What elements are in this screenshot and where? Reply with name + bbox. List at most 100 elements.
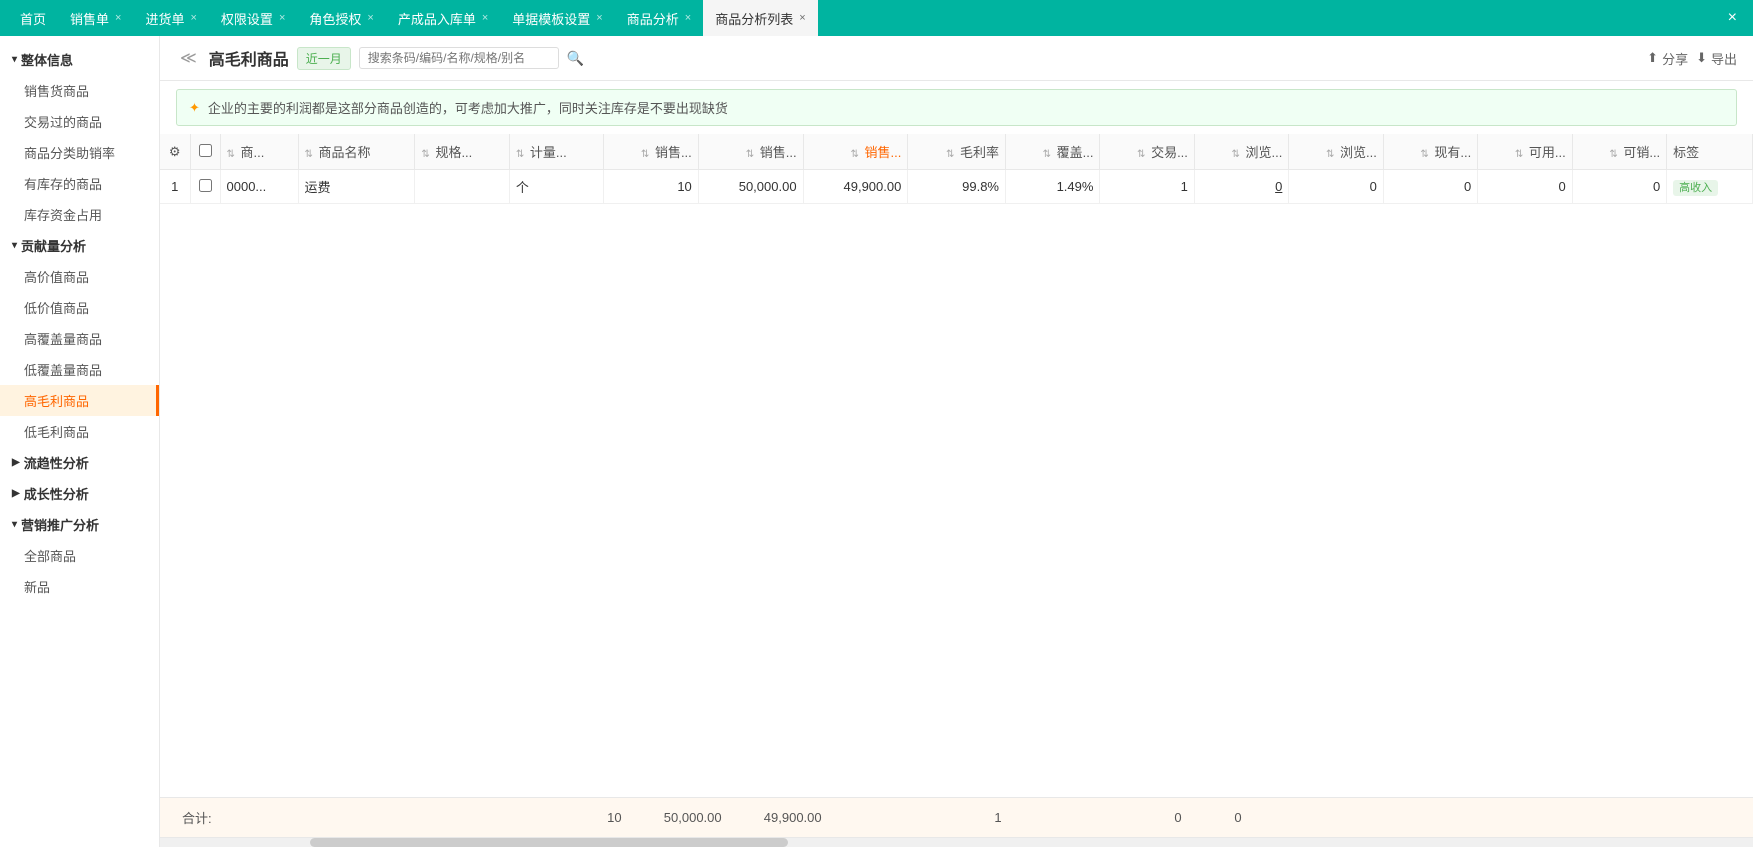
horizontal-scrollbar[interactable] (160, 837, 1753, 847)
settings-icon: ⚙ (169, 144, 181, 159)
nav-home[interactable]: 首页 (8, 0, 58, 36)
share-button[interactable]: ⬆ 分享 (1647, 49, 1688, 68)
cell-available: 0 (1478, 170, 1572, 204)
col-tag[interactable]: 标签 (1667, 134, 1753, 170)
header-actions: ⬆ 分享 ⬇ 导出 (1647, 49, 1737, 68)
sort-icon-available: ⇅ (1515, 149, 1523, 160)
sidebar: ▾ 整体信息 销售货商品 交易过的商品 商品分类助销率 有库存的商品 库存资金占… (0, 36, 160, 847)
close-analysis-tab[interactable]: × (685, 12, 691, 24)
sort-icon-saleable: ⇅ (1609, 149, 1617, 160)
cell-sales-profit: 49,900.00 (803, 170, 908, 204)
col-sales-amt[interactable]: ⇅ 销售... (698, 134, 803, 170)
sidebar-item-stock-goods[interactable]: 有库存的商品 (0, 168, 159, 199)
sort-icon-current: ⇅ (1420, 149, 1428, 160)
sort-icon-browse2: ⇅ (1326, 149, 1334, 160)
close-stockin-tab[interactable]: × (482, 12, 488, 24)
sidebar-item-traded-goods[interactable]: 交易过的商品 (0, 106, 159, 137)
sidebar-item-sales-goods[interactable]: 销售货商品 (0, 75, 159, 106)
close-analysis-list-tab[interactable]: × (799, 12, 805, 24)
close-sales-tab[interactable]: × (115, 12, 121, 24)
cell-gross-margin: 99.8% (908, 170, 1006, 204)
nav-product-analysis[interactable]: 商品分析 × (615, 0, 703, 36)
sidebar-item-high-coverage[interactable]: 高覆盖量商品 (0, 323, 159, 354)
close-all-tabs[interactable]: × (1720, 9, 1745, 27)
sidebar-group-trend[interactable]: ▶ 流趋性分析 (0, 447, 159, 478)
info-icon: ✦ (189, 100, 200, 116)
nav-stock-in[interactable]: 产成品入库单 × (386, 0, 500, 36)
page-title: 高毛利商品 (209, 46, 289, 70)
search-input[interactable] (359, 47, 559, 69)
col-browse2[interactable]: ⇅ 浏览... (1289, 134, 1383, 170)
cell-sales-amt: 50,000.00 (698, 170, 803, 204)
sidebar-item-low-coverage[interactable]: 低覆盖量商品 (0, 354, 159, 385)
cell-current: 0 (1383, 170, 1477, 204)
select-all-checkbox[interactable] (199, 144, 212, 157)
table-container[interactable]: ⚙ ⇅ 商... ⇅ 商品名称 (160, 134, 1753, 797)
col-name[interactable]: ⇅ 商品名称 (298, 134, 415, 170)
scrollbar-thumb[interactable] (310, 838, 788, 847)
sort-icon-salesamt: ⇅ (746, 149, 754, 160)
sort-icon-spec: ⇅ (421, 149, 429, 160)
close-permissions-tab[interactable]: × (279, 12, 285, 24)
nav-purchase[interactable]: 进货单 × (133, 0, 208, 36)
footer-bar: 合计: 10 50,000.00 49,900.00 1 0 0 (160, 797, 1753, 837)
sidebar-item-low-margin[interactable]: 低毛利商品 (0, 416, 159, 447)
sidebar-item-category-rate[interactable]: 商品分类助销率 (0, 137, 159, 168)
col-checkbox[interactable] (190, 134, 220, 170)
export-button[interactable]: ⬇ 导出 (1696, 49, 1737, 68)
col-unit[interactable]: ⇅ 计量... (509, 134, 603, 170)
nav-roles[interactable]: 角色授权 × (297, 0, 385, 36)
chevron-down-icon-3: ▾ (12, 519, 17, 530)
nav-template[interactable]: 单据模板设置 × (500, 0, 614, 36)
cell-browse1[interactable]: 0 (1194, 170, 1288, 204)
sidebar-item-all-goods[interactable]: 全部商品 (0, 540, 159, 571)
chevron-down-icon: ▾ (12, 54, 17, 65)
col-current[interactable]: ⇅ 现有... (1383, 134, 1477, 170)
nav-permissions[interactable]: 权限设置 × (209, 0, 297, 36)
main-layout: ▾ 整体信息 销售货商品 交易过的商品 商品分类助销率 有库存的商品 库存资金占… (0, 36, 1753, 847)
footer-sales-amt: 50,000.00 (628, 810, 728, 825)
content-area: ≪ 高毛利商品 近一月 🔍 ⬆ 分享 ⬇ 导出 ✦ 企业的主要的利润都是这部分商… (160, 36, 1753, 847)
col-coverage[interactable]: ⇅ 覆盖... (1006, 134, 1100, 170)
sort-icon-unit: ⇅ (516, 149, 524, 160)
cell-checkbox[interactable] (190, 170, 220, 204)
sort-icon-salesqty: ⇅ (641, 149, 649, 160)
collapse-sidebar-button[interactable]: ≪ (176, 44, 201, 72)
table-row: 1 0000... 运费 个 10 50,000.00 49,900.00 99… (160, 170, 1753, 204)
sidebar-item-new-goods[interactable]: 新品 (0, 571, 159, 602)
sidebar-item-stock-capital[interactable]: 库存资金占用 (0, 199, 159, 230)
sort-icon-name: ⇅ (305, 149, 313, 160)
col-available[interactable]: ⇅ 可用... (1478, 134, 1572, 170)
sidebar-item-high-value[interactable]: 高价值商品 (0, 261, 159, 292)
col-sales-profit[interactable]: ⇅ 销售... (803, 134, 908, 170)
filter-period-button[interactable]: 近一月 (297, 47, 351, 70)
search-button[interactable]: 🔍 (567, 50, 584, 67)
col-transaction[interactable]: ⇅ 交易... (1100, 134, 1194, 170)
cell-coverage: 1.49% (1006, 170, 1100, 204)
col-spec[interactable]: ⇅ 规格... (415, 134, 509, 170)
nav-analysis-list[interactable]: 商品分析列表 × (703, 0, 817, 36)
sidebar-item-low-value[interactable]: 低价值商品 (0, 292, 159, 323)
col-sales-qty[interactable]: ⇅ 销售... (604, 134, 698, 170)
close-roles-tab[interactable]: × (367, 12, 373, 24)
col-settings[interactable]: ⚙ (160, 134, 190, 170)
data-table: ⚙ ⇅ 商... ⇅ 商品名称 (160, 134, 1753, 204)
close-template-tab[interactable]: × (596, 12, 602, 24)
sidebar-group-growth[interactable]: ▶ 成长性分析 (0, 478, 159, 509)
chevron-right-icon-2: ▶ (12, 488, 20, 499)
sidebar-group-contribution[interactable]: ▾ 贡献量分析 (0, 230, 159, 261)
col-browse1[interactable]: ⇅ 浏览... (1194, 134, 1288, 170)
close-purchase-tab[interactable]: × (190, 12, 196, 24)
footer-label: 合计: (176, 808, 218, 827)
sidebar-item-high-margin[interactable]: 高毛利商品 (0, 385, 159, 416)
nav-sales[interactable]: 销售单 × (58, 0, 133, 36)
sidebar-group-marketing[interactable]: ▾ 营销推广分析 (0, 509, 159, 540)
cell-transaction: 1 (1100, 170, 1194, 204)
col-gross-margin[interactable]: ⇅ 毛利率 (908, 134, 1006, 170)
cell-browse2: 0 (1289, 170, 1383, 204)
sort-icon-transaction: ⇅ (1137, 149, 1145, 160)
col-code[interactable]: ⇅ 商... (220, 134, 298, 170)
col-saleable[interactable]: ⇅ 可销... (1572, 134, 1666, 170)
footer-sales-qty: 10 (568, 810, 628, 825)
sidebar-group-overall[interactable]: ▾ 整体信息 (0, 44, 159, 75)
